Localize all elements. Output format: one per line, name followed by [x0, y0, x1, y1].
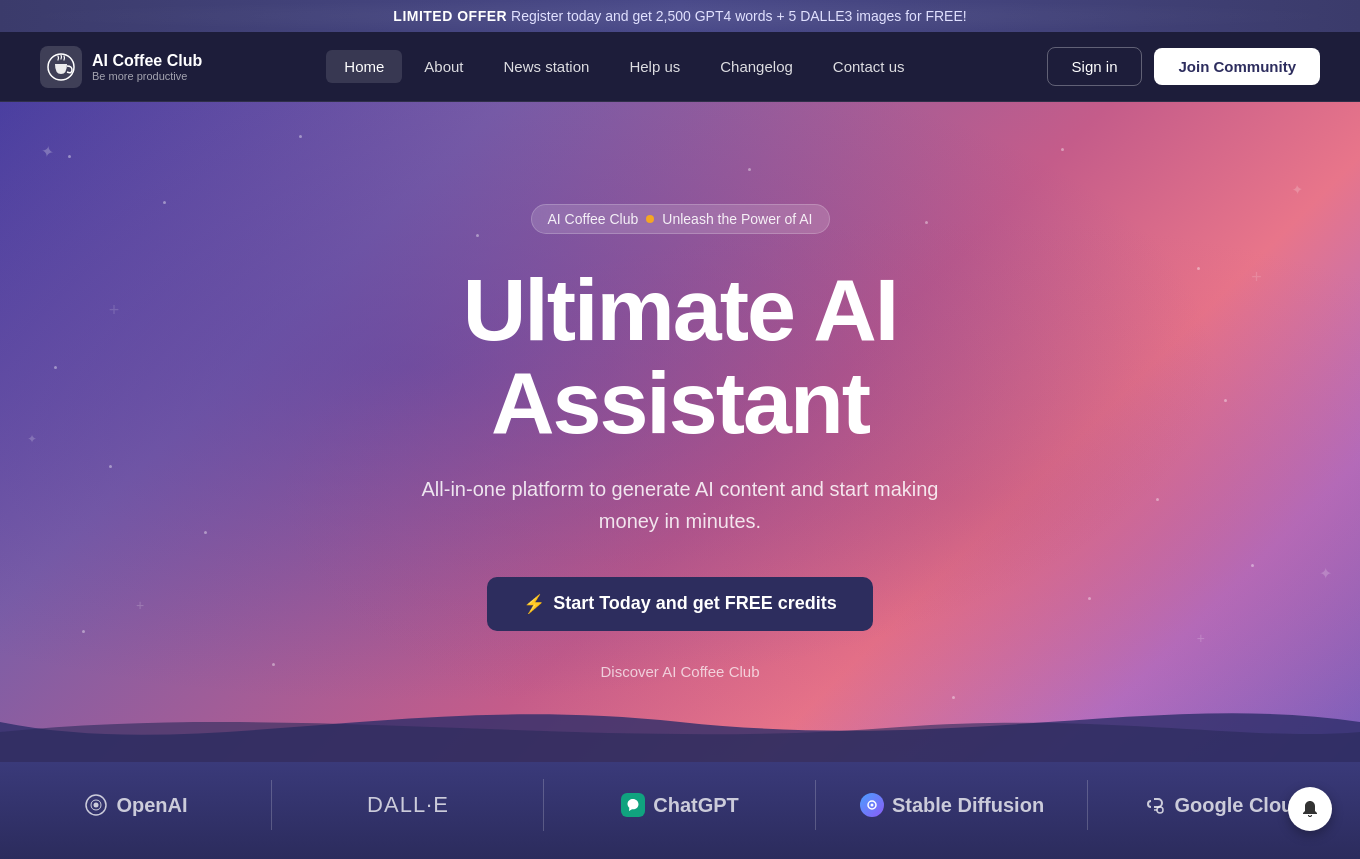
navbar: AI Coffee Club Be more productive Home A…	[0, 32, 1360, 102]
bolt-icon: ⚡	[523, 593, 545, 615]
svg-point-5	[870, 804, 873, 807]
cta-button[interactable]: ⚡ Start Today and get FREE credits	[487, 577, 873, 631]
logo-openai: OpenAI	[0, 763, 272, 847]
logo-subtitle: Be more productive	[92, 70, 202, 82]
banner-text-content: Register today and get 2,500 GPT4 words …	[511, 8, 967, 24]
openai-icon	[84, 793, 108, 817]
logo-title: AI Coffee Club	[92, 51, 202, 70]
logos-section: OpenAI DALL·E ChatGPT	[0, 762, 1360, 859]
stable-diffusion-icon	[860, 793, 884, 817]
svg-point-3	[94, 803, 99, 808]
nav-links: Home About News station Help us Changelo…	[326, 50, 922, 83]
chatgpt-icon	[621, 793, 645, 817]
hero-title: Ultimate AI Assistant	[400, 264, 960, 449]
svg-point-6	[1157, 807, 1163, 813]
nav-contact-us[interactable]: Contact us	[815, 50, 923, 83]
top-banner: LIMITED OFFER Register today and get 2,5…	[0, 0, 1360, 32]
join-community-button[interactable]: Join Community	[1154, 48, 1320, 85]
google-cloud-icon	[1142, 793, 1166, 817]
logo-text: AI Coffee Club Be more productive	[92, 51, 202, 82]
hero-content: AI Coffee Club Unleash the Power of AI U…	[400, 204, 960, 680]
logo[interactable]: AI Coffee Club Be more productive	[40, 46, 202, 88]
logo-icon	[40, 46, 82, 88]
hero-subtitle: All-in-one platform to generate AI conte…	[400, 473, 960, 537]
logos-bar: OpenAI DALL·E ChatGPT	[0, 762, 1360, 848]
signin-button[interactable]: Sign in	[1047, 47, 1143, 86]
nav-home[interactable]: Home	[326, 50, 402, 83]
cta-label: Start Today and get FREE credits	[553, 593, 837, 614]
nav-news-station[interactable]: News station	[486, 50, 608, 83]
discover-link[interactable]: Discover AI Coffee Club	[400, 663, 960, 680]
hero-wave	[0, 682, 1360, 762]
nav-help-us[interactable]: Help us	[611, 50, 698, 83]
banner-label: LIMITED OFFER	[393, 8, 507, 24]
logo-stable-diffusion: Stable Diffusion	[816, 763, 1088, 847]
logo-chatgpt: ChatGPT	[544, 763, 816, 847]
badge-dot	[646, 215, 654, 223]
bell-icon	[1300, 799, 1320, 819]
nav-about[interactable]: About	[406, 50, 481, 83]
nav-actions: Sign in Join Community	[1047, 47, 1320, 86]
hero-section: ✦ ✦ ✦ ✦ + + + + AI Coffee Club Unleash t…	[0, 102, 1360, 762]
notification-bell[interactable]	[1288, 787, 1332, 831]
hero-badge: AI Coffee Club Unleash the Power of AI	[531, 204, 830, 234]
badge-brand: AI Coffee Club	[548, 211, 639, 227]
logo-dalle: DALL·E	[272, 762, 544, 848]
nav-changelog[interactable]: Changelog	[702, 50, 811, 83]
hero-title-line2: Assistant	[491, 353, 869, 452]
hero-title-line1: Ultimate AI	[463, 260, 897, 359]
badge-tagline: Unleash the Power of AI	[662, 211, 812, 227]
